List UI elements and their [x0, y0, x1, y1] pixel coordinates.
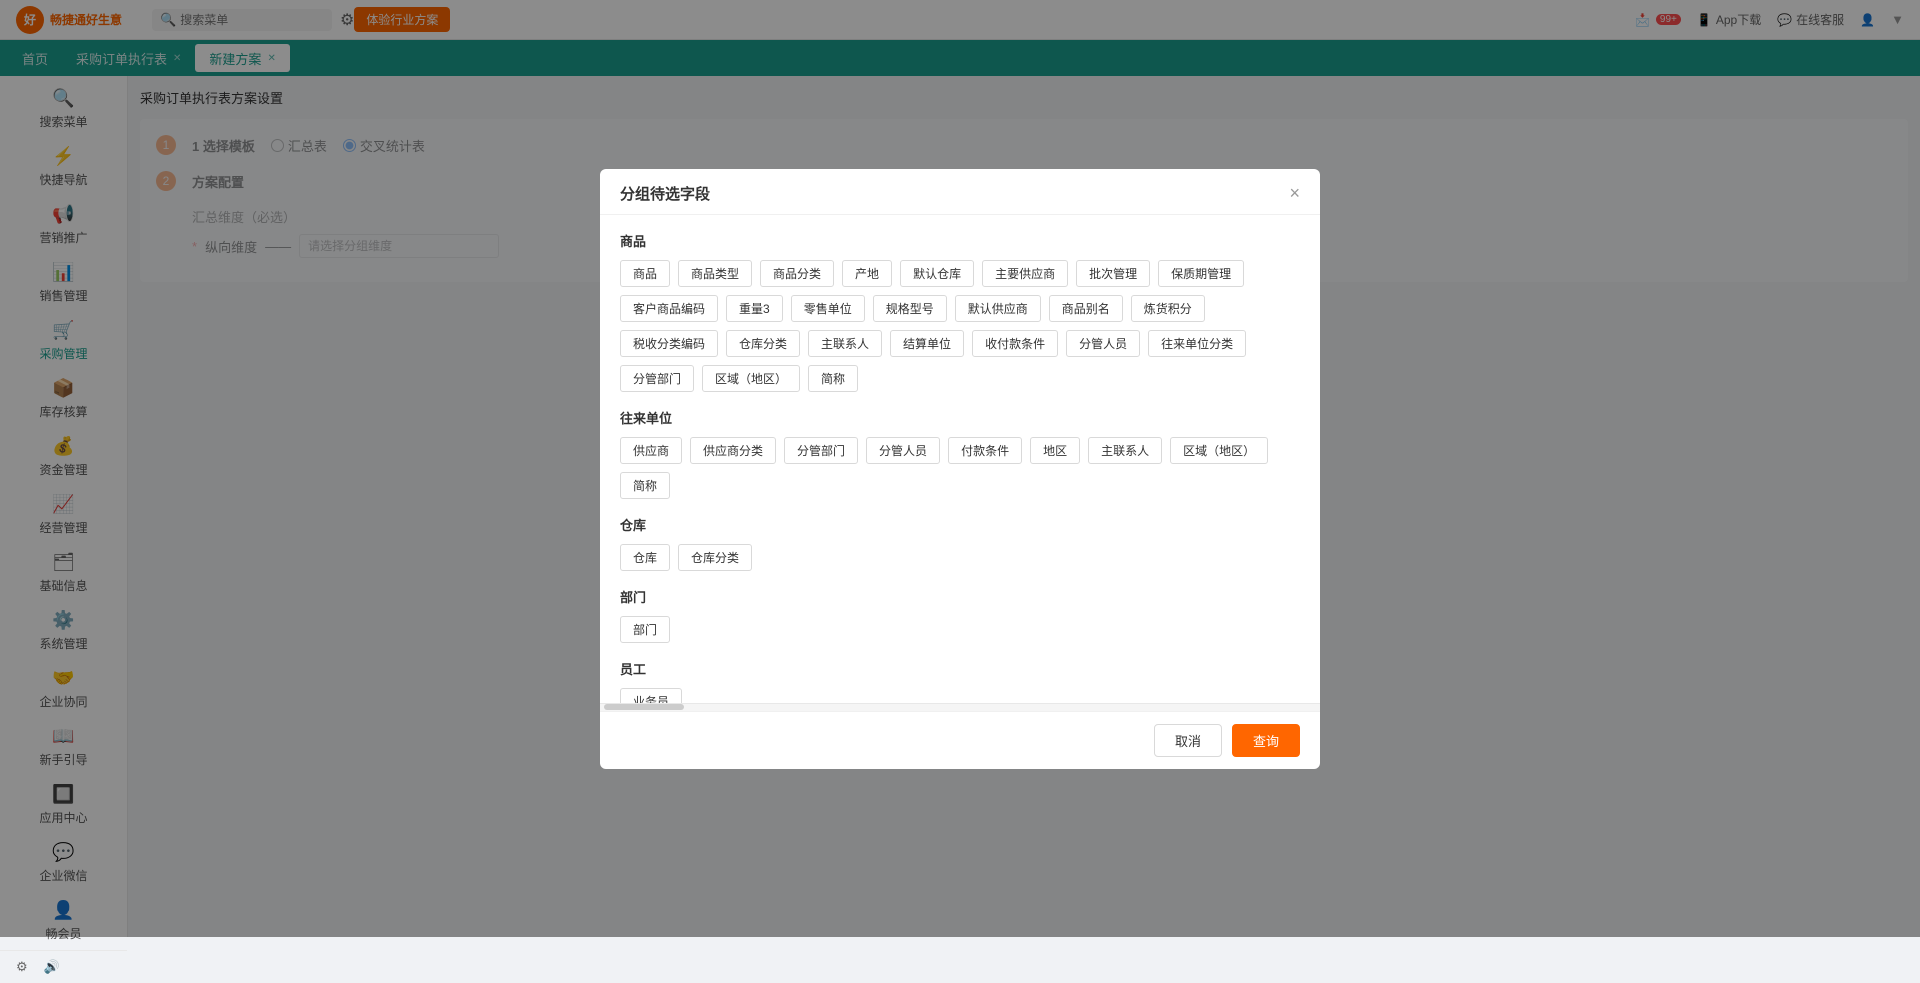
field-tag-商品类型[interactable]: 商品类型	[678, 260, 752, 287]
section-goods-tags: 商品商品类型商品分类产地默认仓库主要供应商批次管理保质期管理客户商品编码重量3 零…	[620, 260, 1300, 392]
sidebar-settings-icon[interactable]: ⚙	[16, 959, 28, 975]
field-tag-零售单位[interactable]: 零售单位	[791, 295, 865, 322]
section-goods-title: 商品	[620, 231, 1300, 250]
field-tag-业务员[interactable]: 业务员	[620, 688, 682, 703]
modal-footer: 取消 查询	[600, 711, 1320, 769]
field-tag-商品分类[interactable]: 商品分类	[760, 260, 834, 287]
field-tag-默认供应商[interactable]: 默认供应商	[955, 295, 1041, 322]
modal-overlay: 分组待选字段 × 商品商品商品类型商品分类产地默认仓库主要供应商批次管理保质期管…	[0, 0, 1920, 937]
section-employee-tags: 业务员	[620, 688, 1300, 703]
field-tag-炼货积分[interactable]: 炼货积分	[1131, 295, 1205, 322]
modal-title: 分组待选字段	[620, 183, 710, 204]
field-tag-地区[interactable]: 地区	[1030, 437, 1080, 464]
field-tag-主联系人[interactable]: 主联系人	[808, 330, 882, 357]
field-tag-仓库分类[interactable]: 仓库分类	[678, 544, 752, 571]
field-tag-重量3[interactable]: 重量3	[726, 295, 783, 322]
field-tag-商品别名[interactable]: 商品别名	[1049, 295, 1123, 322]
field-tag-主要供应商[interactable]: 主要供应商	[982, 260, 1068, 287]
field-tag-收付款条件[interactable]: 收付款条件	[972, 330, 1058, 357]
section-goods: 商品商品商品类型商品分类产地默认仓库主要供应商批次管理保质期管理客户商品编码重量…	[620, 231, 1300, 392]
section-warehouse-title: 仓库	[620, 515, 1300, 534]
field-tag-供应商[interactable]: 供应商	[620, 437, 682, 464]
field-tag-分管部门[interactable]: 分管部门	[620, 365, 694, 392]
field-tag-产地[interactable]: 产地	[842, 260, 892, 287]
field-tag-默认仓库[interactable]: 默认仓库	[900, 260, 974, 287]
field-tag-税收分类编码[interactable]: 税收分类编码	[620, 330, 718, 357]
section-warehouse: 仓库仓库仓库分类	[620, 515, 1300, 571]
modal-close-btn[interactable]: ×	[1289, 183, 1300, 204]
field-tag-区域（地区）[interactable]: 区域（地区）	[1170, 437, 1268, 464]
field-tag-批次管理[interactable]: 批次管理	[1076, 260, 1150, 287]
field-tag-客户商品编码[interactable]: 客户商品编码	[620, 295, 718, 322]
sidebar-bottom: ⚙ 🔊	[0, 950, 127, 983]
field-tag-规格型号[interactable]: 规格型号	[873, 295, 947, 322]
section-counterpart-title: 往来单位	[620, 408, 1300, 427]
field-tag-商品[interactable]: 商品	[620, 260, 670, 287]
section-employee: 员工业务员	[620, 659, 1300, 703]
section-department-tags: 部门	[620, 616, 1300, 643]
cancel-button[interactable]: 取消	[1154, 724, 1222, 757]
section-counterpart: 往来单位供应商供应商分类分管部门分管人员付款条件地区主联系人区域（地区） 简称	[620, 408, 1300, 499]
field-tag-仓库分类[interactable]: 仓库分类	[726, 330, 800, 357]
field-tag-仓库[interactable]: 仓库	[620, 544, 670, 571]
field-tag-分管人员[interactable]: 分管人员	[866, 437, 940, 464]
field-tag-分管人员[interactable]: 分管人员	[1066, 330, 1140, 357]
field-tag-区域（地区）[interactable]: 区域（地区）	[702, 365, 800, 392]
field-tag-简称[interactable]: 简称	[808, 365, 858, 392]
confirm-button[interactable]: 查询	[1232, 724, 1300, 757]
section-counterpart-tags: 供应商供应商分类分管部门分管人员付款条件地区主联系人区域（地区） 简称	[620, 437, 1300, 499]
sidebar-audio-icon[interactable]: 🔊	[44, 959, 60, 975]
field-tag-简称[interactable]: 简称	[620, 472, 670, 499]
field-tag-付款条件[interactable]: 付款条件	[948, 437, 1022, 464]
modal: 分组待选字段 × 商品商品商品类型商品分类产地默认仓库主要供应商批次管理保质期管…	[600, 169, 1320, 769]
field-tag-主联系人[interactable]: 主联系人	[1088, 437, 1162, 464]
field-tag-结算单位[interactable]: 结算单位	[890, 330, 964, 357]
section-employee-title: 员工	[620, 659, 1300, 678]
field-tag-部门[interactable]: 部门	[620, 616, 670, 643]
modal-hscroll-bar	[604, 704, 684, 710]
modal-body: 商品商品商品类型商品分类产地默认仓库主要供应商批次管理保质期管理客户商品编码重量…	[600, 215, 1320, 703]
modal-header: 分组待选字段 ×	[600, 169, 1320, 215]
field-tag-往来单位分类[interactable]: 往来单位分类	[1148, 330, 1246, 357]
section-department-title: 部门	[620, 587, 1300, 606]
section-warehouse-tags: 仓库仓库分类	[620, 544, 1300, 571]
field-tag-保质期管理[interactable]: 保质期管理	[1158, 260, 1244, 287]
modal-hscroll[interactable]	[600, 703, 1320, 711]
field-tag-分管部门[interactable]: 分管部门	[784, 437, 858, 464]
field-tag-供应商分类[interactable]: 供应商分类	[690, 437, 776, 464]
section-department: 部门部门	[620, 587, 1300, 643]
